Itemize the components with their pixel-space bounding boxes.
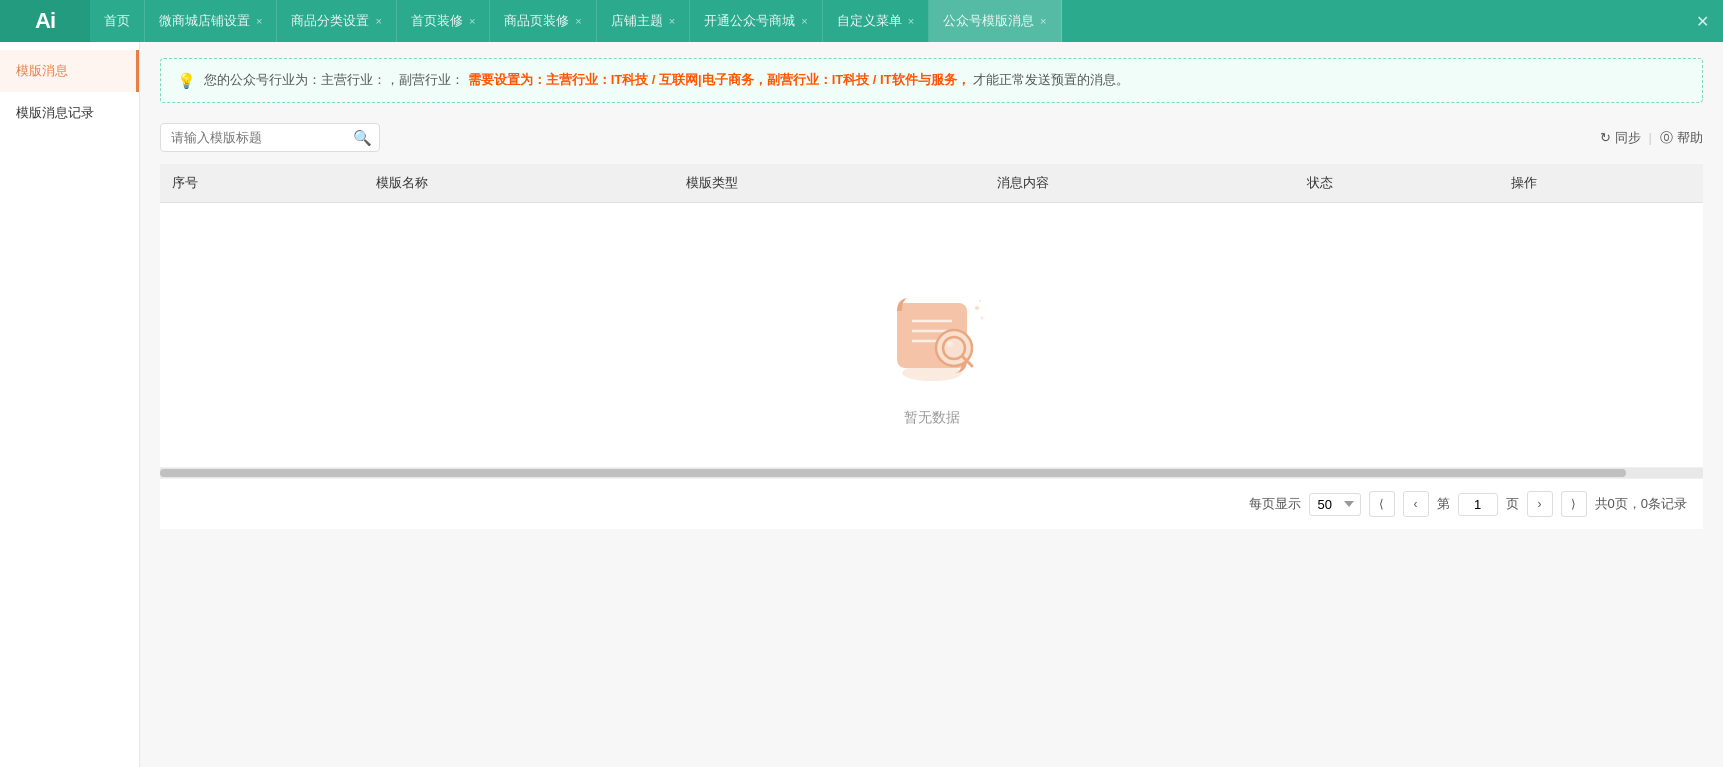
divider: | xyxy=(1649,130,1652,145)
help-button[interactable]: ⓪ 帮助 xyxy=(1660,129,1703,147)
nav-tab-open-mall[interactable]: 开通公众号商城× xyxy=(690,0,822,42)
empty-text: 暂无数据 xyxy=(904,409,960,427)
table-container: 序号模版名称模版类型消息内容状态操作 xyxy=(160,164,1703,478)
search-input-wrap: 🔍 xyxy=(160,123,380,152)
sidebar-item-template-message-record[interactable]: 模版消息记录 xyxy=(0,92,139,134)
col-header-name: 模版名称 xyxy=(364,164,674,203)
pagination: 每页显示 102050100 ⟨ ‹ 第 页 › ⟩ 共0页，0条记录 xyxy=(160,478,1703,529)
bulb-icon: 💡 xyxy=(177,72,196,90)
nav-tab-list: 首页微商城店铺设置×商品分类设置×首页装修×商品页装修×店铺主题×开通公众号商城… xyxy=(90,0,1682,42)
col-header-action: 操作 xyxy=(1499,164,1703,203)
page-size-label: 每页显示 xyxy=(1249,495,1301,513)
page-label: 第 xyxy=(1437,495,1450,513)
empty-state: 暂无数据 xyxy=(172,213,1691,457)
sync-icon: ↻ xyxy=(1600,130,1611,145)
nav-tab-custom-menu[interactable]: 自定义菜单× xyxy=(823,0,929,42)
close-tab-custom-menu[interactable]: × xyxy=(908,15,914,27)
notice-text: 您的公众号行业为：主营行业：，副营行业： 需要设置为：主营行业：IT科技 / 互… xyxy=(204,71,1129,89)
svg-point-8 xyxy=(947,341,953,347)
table-header-row: 序号模版名称模版类型消息内容状态操作 xyxy=(160,164,1703,203)
notice-box: 💡 您的公众号行业为：主营行业：，副营行业： 需要设置为：主营行业：IT科技 /… xyxy=(160,58,1703,103)
nav-tab-home[interactable]: 首页 xyxy=(90,0,145,42)
horizontal-scrollbar[interactable] xyxy=(160,468,1703,478)
nav-tab-product-decor[interactable]: 商品页装修× xyxy=(490,0,596,42)
nav-tab-micro-shop[interactable]: 微商城店铺设置× xyxy=(145,0,277,42)
content-area: 💡 您的公众号行业为：主营行业：，副营行业： 需要设置为：主营行业：IT科技 /… xyxy=(140,42,1723,767)
nav-tab-template-msg[interactable]: 公众号模版消息× xyxy=(929,0,1061,42)
close-tab-product-decor[interactable]: × xyxy=(575,15,581,27)
empty-illustration xyxy=(872,273,992,393)
sidebar: 模版消息模版消息记录 xyxy=(0,42,140,767)
pagination-total: 共0页，0条记录 xyxy=(1595,495,1687,513)
first-page-button[interactable]: ⟨ xyxy=(1369,491,1395,517)
app-logo: Ai xyxy=(0,0,90,42)
close-tab-shop-theme[interactable]: × xyxy=(669,15,675,27)
search-input[interactable] xyxy=(160,123,380,152)
close-tab-home-decor[interactable]: × xyxy=(469,15,475,27)
top-navigation: Ai 首页微商城店铺设置×商品分类设置×首页装修×商品页装修×店铺主题×开通公众… xyxy=(0,0,1723,42)
nav-tab-home-decor[interactable]: 首页装修× xyxy=(397,0,490,42)
svg-point-11 xyxy=(979,300,981,302)
col-header-status: 状态 xyxy=(1295,164,1499,203)
toolbar-right: ↻ 同步 | ⓪ 帮助 xyxy=(1600,129,1703,147)
scrollbar-thumb xyxy=(160,469,1626,477)
prev-page-button[interactable]: ‹ xyxy=(1403,491,1429,517)
empty-state-cell: 暂无数据 xyxy=(160,203,1703,468)
table-header: 序号模版名称模版类型消息内容状态操作 xyxy=(160,164,1703,203)
last-page-button[interactable]: ⟩ xyxy=(1561,491,1587,517)
close-all-tabs-button[interactable]: ✕ xyxy=(1682,0,1723,42)
page-size-select[interactable]: 102050100 xyxy=(1309,493,1361,516)
empty-state-row: 暂无数据 xyxy=(160,203,1703,468)
close-tab-template-msg[interactable]: × xyxy=(1040,15,1046,27)
close-tab-open-mall[interactable]: × xyxy=(801,15,807,27)
help-icon: ⓪ xyxy=(1660,129,1673,147)
nav-tab-shop-theme[interactable]: 店铺主题× xyxy=(597,0,690,42)
close-tab-micro-shop[interactable]: × xyxy=(256,15,262,27)
data-table: 序号模版名称模版类型消息内容状态操作 xyxy=(160,164,1703,468)
close-tab-product-category[interactable]: × xyxy=(375,15,381,27)
sidebar-item-template-message[interactable]: 模版消息 xyxy=(0,50,139,92)
svg-point-9 xyxy=(975,306,979,310)
col-header-index: 序号 xyxy=(160,164,364,203)
search-bar: 🔍 ↻ 同步 | ⓪ 帮助 xyxy=(160,123,1703,152)
table-body: 暂无数据 xyxy=(160,203,1703,468)
sync-button[interactable]: ↻ 同步 xyxy=(1600,129,1641,147)
svg-point-10 xyxy=(980,317,983,320)
page-suffix: 页 xyxy=(1506,495,1519,513)
main-layout: 模版消息模版消息记录 💡 您的公众号行业为：主营行业：，副营行业： 需要设置为：… xyxy=(0,42,1723,767)
next-page-button[interactable]: › xyxy=(1527,491,1553,517)
col-header-type: 模版类型 xyxy=(674,164,984,203)
nav-tab-product-category[interactable]: 商品分类设置× xyxy=(277,0,396,42)
col-header-content: 消息内容 xyxy=(985,164,1295,203)
page-input[interactable] xyxy=(1458,493,1498,516)
search-icon[interactable]: 🔍 xyxy=(353,129,372,147)
